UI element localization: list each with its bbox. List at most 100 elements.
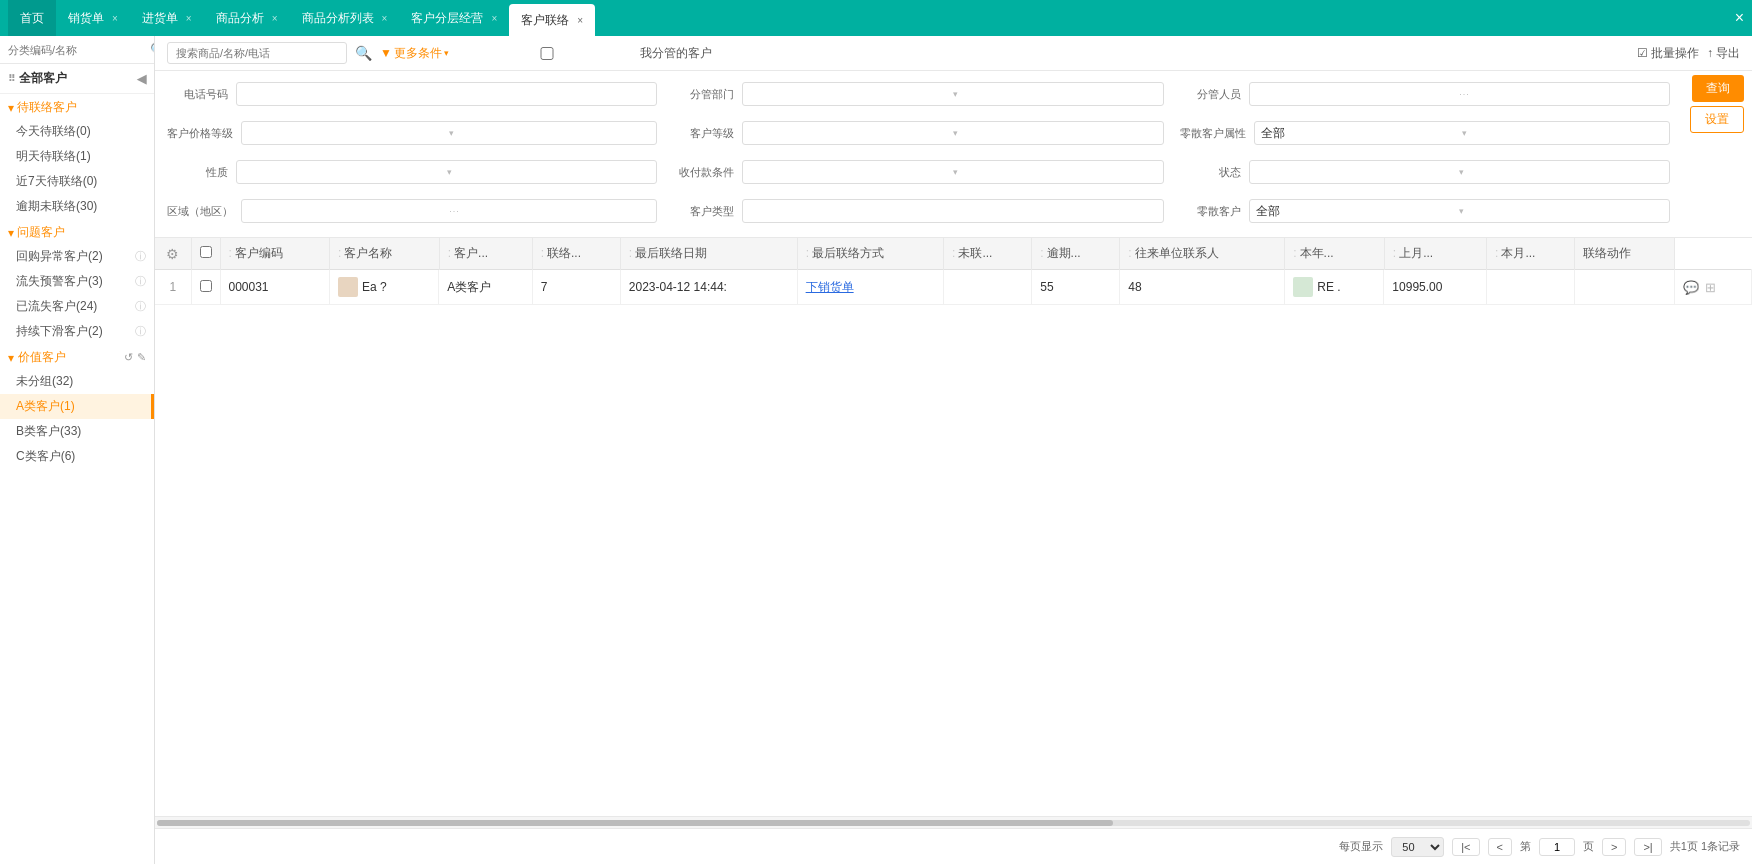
sidebar-all-customers[interactable]: ⠿ 全部客户 ◀ xyxy=(0,64,154,94)
filter-scatter-attr-row: 零散客户属性 全部 ▾ xyxy=(1180,116,1670,150)
per-page-label: 每页显示 xyxy=(1339,839,1383,854)
contact-icon-1[interactable]: 💬 xyxy=(1683,280,1699,295)
search-input[interactable] xyxy=(167,42,347,64)
sidebar-item-repurchase-abnormal[interactable]: 回购异常客户(2) ⓘ xyxy=(0,244,154,269)
filter-customer-type-row: 客户类型 xyxy=(673,194,1163,228)
top-nav: 首页 销货单 × 进货单 × 商品分析 × 商品分析列表 × 客户分层经营 × … xyxy=(0,0,1752,36)
window-close-button[interactable]: × xyxy=(1735,9,1744,27)
setting-button[interactable]: 设置 xyxy=(1690,106,1744,133)
status-label: 状态 xyxy=(1180,165,1245,180)
adv-filter-panel: 电话号码 分管部门 ▾ 分管人员 xyxy=(155,71,1752,238)
sidebar-item-ungrouped[interactable]: 未分组(32) xyxy=(0,369,154,394)
export-icon: ↑ xyxy=(1707,46,1713,60)
filter-manager-row: 分管人员 ··· xyxy=(1180,77,1670,111)
contact-person-avatar-1 xyxy=(1293,277,1313,297)
col-type-header[interactable]: :客户... xyxy=(439,238,532,270)
more-conditions-btn[interactable]: ▼ 更多条件 ▾ xyxy=(380,45,449,62)
payment-chev-icon: ▾ xyxy=(953,167,1157,177)
table-header-row: ⚙ :客户编码 :客户名称 :客户... xyxy=(155,238,1752,270)
scatter-attr-field[interactable]: 全部 ▾ xyxy=(1254,121,1670,145)
first-page-button[interactable]: |< xyxy=(1452,838,1479,856)
payment-field[interactable]: ▾ xyxy=(742,160,1163,184)
col-this-month-header[interactable]: :本月... xyxy=(1487,238,1575,270)
search-icon: 🔍 xyxy=(355,45,372,61)
row-contact-person-1: RE . xyxy=(1285,270,1384,304)
dept-field[interactable]: ▾ xyxy=(742,82,1163,106)
sidebar-item-churned[interactable]: 已流失客户(24) ⓘ xyxy=(0,294,154,319)
sidebar-item-overdue-contact[interactable]: 逾期未联络(30) xyxy=(0,194,154,219)
select-all-checkbox[interactable] xyxy=(200,246,212,258)
customer-type-field[interactable] xyxy=(742,199,1163,223)
sidebar-group-pending[interactable]: ▾ 待联络客户 xyxy=(0,94,154,119)
export-button[interactable]: ↑ 导出 xyxy=(1707,45,1740,62)
prev-page-button[interactable]: < xyxy=(1488,838,1512,856)
tab-customer-layer[interactable]: 客户分层经营 × xyxy=(399,0,509,36)
sidebar-item-today-contact[interactable]: 今天待联络(0) xyxy=(0,119,154,144)
batch-ops-button[interactable]: ☑ 批量操作 xyxy=(1637,45,1699,62)
edit-icon-value[interactable]: ✎ xyxy=(137,351,146,364)
sidebar-item-week-contact[interactable]: 近7天待联络(0) xyxy=(0,169,154,194)
row-1-checkbox[interactable] xyxy=(200,280,212,292)
sidebar-group-value[interactable]: ▾ 价值客户 ↺ ✎ xyxy=(0,344,154,369)
region-field[interactable]: ··· xyxy=(241,199,657,223)
sidebar-item-c-class[interactable]: C类客户(6) xyxy=(0,444,154,469)
manager-field[interactable]: ··· xyxy=(1249,82,1670,106)
col-contact-person-header[interactable]: :往来单位联系人 xyxy=(1120,238,1285,270)
sidebar-item-a-class[interactable]: A类客户(1) xyxy=(0,394,154,419)
sidebar-search-input[interactable] xyxy=(8,44,146,56)
my-customers-checkbox[interactable] xyxy=(457,47,637,60)
col-no-contact-header[interactable]: :未联... xyxy=(944,238,1032,270)
query-button[interactable]: 查询 xyxy=(1692,75,1744,102)
filter-scatter-customer-row: 零散客户 全部 ▾ xyxy=(1180,194,1670,228)
close-customer-contact-icon[interactable]: × xyxy=(577,15,583,26)
grid-action-icon-1[interactable]: ⊞ xyxy=(1705,280,1716,295)
sidebar-item-tomorrow-contact[interactable]: 明天待联络(1) xyxy=(0,144,154,169)
scatter-cust-chev-icon: ▾ xyxy=(1459,206,1663,216)
tab-purchase[interactable]: 进货单 × xyxy=(130,0,204,36)
search-button[interactable]: 🔍 xyxy=(355,45,372,61)
row-last-contact-method-1[interactable]: 下销货单 xyxy=(797,270,943,305)
price-level-field[interactable]: ▾ xyxy=(241,121,657,145)
close-customer-layer-icon[interactable]: × xyxy=(491,13,497,24)
refresh-icon-value[interactable]: ↺ xyxy=(124,351,133,364)
last-page-button[interactable]: >| xyxy=(1634,838,1661,856)
gear-icon[interactable]: ⚙ xyxy=(166,246,179,262)
col-name-header[interactable]: :客户名称 xyxy=(330,238,440,270)
sidebar-item-b-class[interactable]: B类客户(33) xyxy=(0,419,154,444)
pagination-bar: 每页显示 50 20 100 |< < 第 页 > >| 共1页 1条记录 xyxy=(155,828,1752,864)
next-page-button[interactable]: > xyxy=(1602,838,1626,856)
scrollbar-thumb[interactable] xyxy=(157,820,1113,826)
tab-sales[interactable]: 销货单 × xyxy=(56,0,130,36)
tab-customer-contact[interactable]: 客户联络 × xyxy=(509,4,595,36)
customer-level-field[interactable]: ▾ xyxy=(742,121,1163,145)
close-goods-list-icon[interactable]: × xyxy=(382,13,388,24)
close-purchase-icon[interactable]: × xyxy=(186,13,192,24)
page-number-input[interactable] xyxy=(1539,838,1575,856)
phone-field[interactable] xyxy=(236,82,657,106)
triangle-icon: ▾ xyxy=(8,101,14,115)
close-goods-analysis-icon[interactable]: × xyxy=(272,13,278,24)
col-contact-count-header[interactable]: :联络... xyxy=(532,238,620,270)
sidebar-item-declining[interactable]: 持续下滑客户(2) ⓘ xyxy=(0,319,154,344)
row-name-1[interactable]: Ea ? xyxy=(330,270,439,304)
sidebar-item-churn-warning[interactable]: 流失预警客户(3) ⓘ xyxy=(0,269,154,294)
col-last-contact-date-header[interactable]: :最后联络日期 xyxy=(620,238,797,270)
tab-home[interactable]: 首页 xyxy=(8,0,56,36)
sidebar-collapse-icon[interactable]: ◀ xyxy=(137,72,146,86)
col-last-month-header[interactable]: :上月... xyxy=(1384,238,1486,270)
close-sales-icon[interactable]: × xyxy=(112,13,118,24)
col-code-header[interactable]: :客户编码 xyxy=(220,238,330,270)
tab-goods-analysis[interactable]: 商品分析 × xyxy=(204,0,290,36)
triangle-icon-value: ▾ xyxy=(8,351,14,365)
status-field[interactable]: ▾ xyxy=(1249,160,1670,184)
per-page-select[interactable]: 50 20 100 xyxy=(1391,837,1444,857)
scatter-customer-field[interactable]: 全部 ▾ xyxy=(1249,199,1670,223)
horizontal-scrollbar[interactable] xyxy=(155,816,1752,828)
my-customers-checkbox-wrap[interactable]: 我分管的客户 xyxy=(457,45,712,62)
col-this-year-header[interactable]: :本年... xyxy=(1285,238,1385,270)
nature-field[interactable]: ▾ xyxy=(236,160,657,184)
col-overdue-header[interactable]: :逾期... xyxy=(1032,238,1120,270)
col-last-contact-method-header[interactable]: :最后联络方式 xyxy=(797,238,943,270)
tab-goods-list[interactable]: 商品分析列表 × xyxy=(290,0,400,36)
sidebar-group-problem[interactable]: ▾ 问题客户 xyxy=(0,219,154,244)
